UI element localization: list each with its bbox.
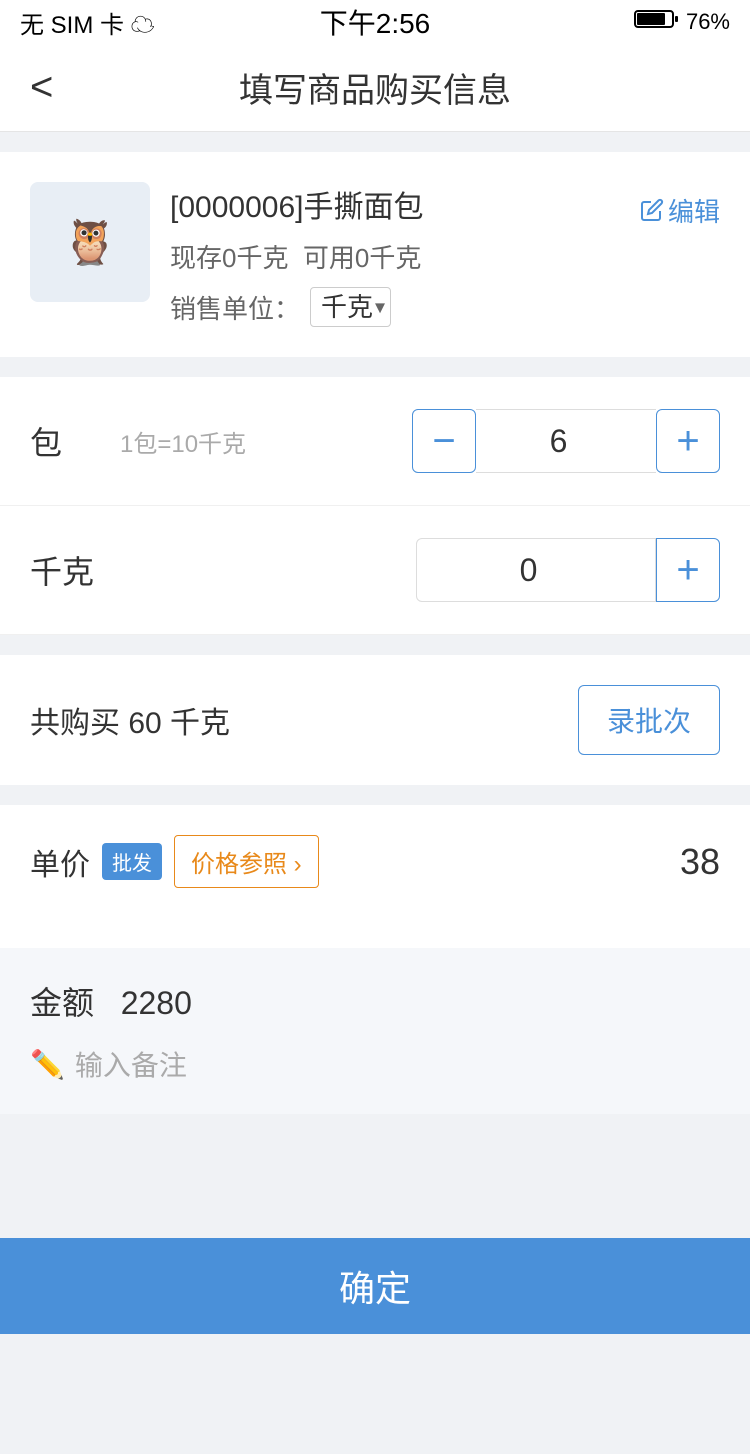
bao-row: 包 1包=10千克 − + bbox=[0, 377, 750, 506]
product-name: [0000006]手撕面包 bbox=[170, 182, 423, 226]
note-row[interactable]: ✏️ 输入备注 bbox=[30, 1044, 720, 1084]
sim-label: 无 SIM 卡 ☁ bbox=[20, 5, 155, 40]
bao-plus-button[interactable]: + bbox=[656, 409, 720, 473]
page-title: 填写商品购买信息 bbox=[239, 63, 511, 112]
edit-label: 编辑 bbox=[668, 192, 720, 229]
note-placeholder: 输入备注 bbox=[75, 1044, 187, 1084]
unit-label: 销售单位： bbox=[170, 289, 300, 326]
amount-value: 2280 bbox=[121, 985, 192, 1021]
price-section: 单价 批发 价格参照 › 38 bbox=[0, 805, 750, 948]
product-thumb-icon: 🦉 bbox=[63, 216, 118, 268]
bao-label: 包 bbox=[30, 418, 110, 464]
product-thumbnail: 🦉 bbox=[30, 182, 150, 302]
kg-input[interactable] bbox=[416, 538, 656, 602]
kg-row: 千克 + bbox=[0, 506, 750, 635]
status-right: 76% bbox=[634, 8, 730, 36]
edit-button[interactable]: 编辑 bbox=[640, 182, 720, 238]
amount-section: 金额 2280 ✏️ 输入备注 bbox=[0, 948, 750, 1114]
kg-controls: + bbox=[416, 538, 720, 602]
kg-plus-button[interactable]: + bbox=[656, 538, 720, 602]
price-row: 单价 批发 价格参照 › 38 bbox=[30, 835, 720, 888]
bao-input[interactable] bbox=[476, 409, 656, 473]
price-label: 单价 bbox=[30, 840, 90, 884]
unit-select-wrap[interactable]: 千克 bbox=[310, 287, 391, 327]
kg-label: 千克 bbox=[30, 547, 110, 593]
product-stock: 现存0千克 可用0千克 bbox=[170, 238, 720, 275]
nav-bar: < 填写商品购买信息 bbox=[0, 44, 750, 132]
price-value: 38 bbox=[680, 841, 720, 883]
confirm-button[interactable]: 确定 bbox=[0, 1238, 750, 1334]
bao-minus-button[interactable]: − bbox=[412, 409, 476, 473]
bao-hint: 1包=10千克 bbox=[120, 424, 246, 459]
battery-label bbox=[634, 8, 678, 36]
price-label-wrap: 单价 批发 价格参照 › bbox=[30, 835, 319, 888]
product-card: 🦉 [0000006]手撕面包 编辑 现存0千克 可用0千克 销售单位： 千克 bbox=[0, 152, 750, 357]
bao-controls: − + bbox=[412, 409, 720, 473]
batch-button[interactable]: 录批次 bbox=[578, 685, 720, 755]
quantity-section: 包 1包=10千克 − + 千克 + bbox=[0, 377, 750, 635]
total-row: 共购买 60 千克 录批次 bbox=[0, 655, 750, 785]
back-button[interactable]: < bbox=[30, 65, 53, 110]
pencil-icon: ✏️ bbox=[30, 1048, 65, 1081]
status-time: 下午2:56 bbox=[320, 2, 431, 42]
price-ref-button[interactable]: 价格参照 › bbox=[174, 835, 319, 888]
status-bar: 无 SIM 卡 ☁ 下午2:56 76% bbox=[0, 0, 750, 44]
pifa-badge: 批发 bbox=[102, 843, 162, 880]
unit-select[interactable]: 千克 bbox=[310, 287, 391, 327]
product-unit-row: 销售单位： 千克 bbox=[170, 287, 720, 327]
total-text: 共购买 60 千克 bbox=[30, 698, 230, 742]
status-left: 无 SIM 卡 ☁ bbox=[20, 5, 155, 40]
amount-label: 金额 bbox=[30, 985, 94, 1021]
battery-percent: 76% bbox=[686, 9, 730, 35]
product-info: [0000006]手撕面包 编辑 现存0千克 可用0千克 销售单位： 千克 bbox=[170, 182, 720, 327]
amount-row: 金额 2280 bbox=[30, 978, 720, 1024]
confirm-label: 确定 bbox=[339, 1260, 411, 1312]
